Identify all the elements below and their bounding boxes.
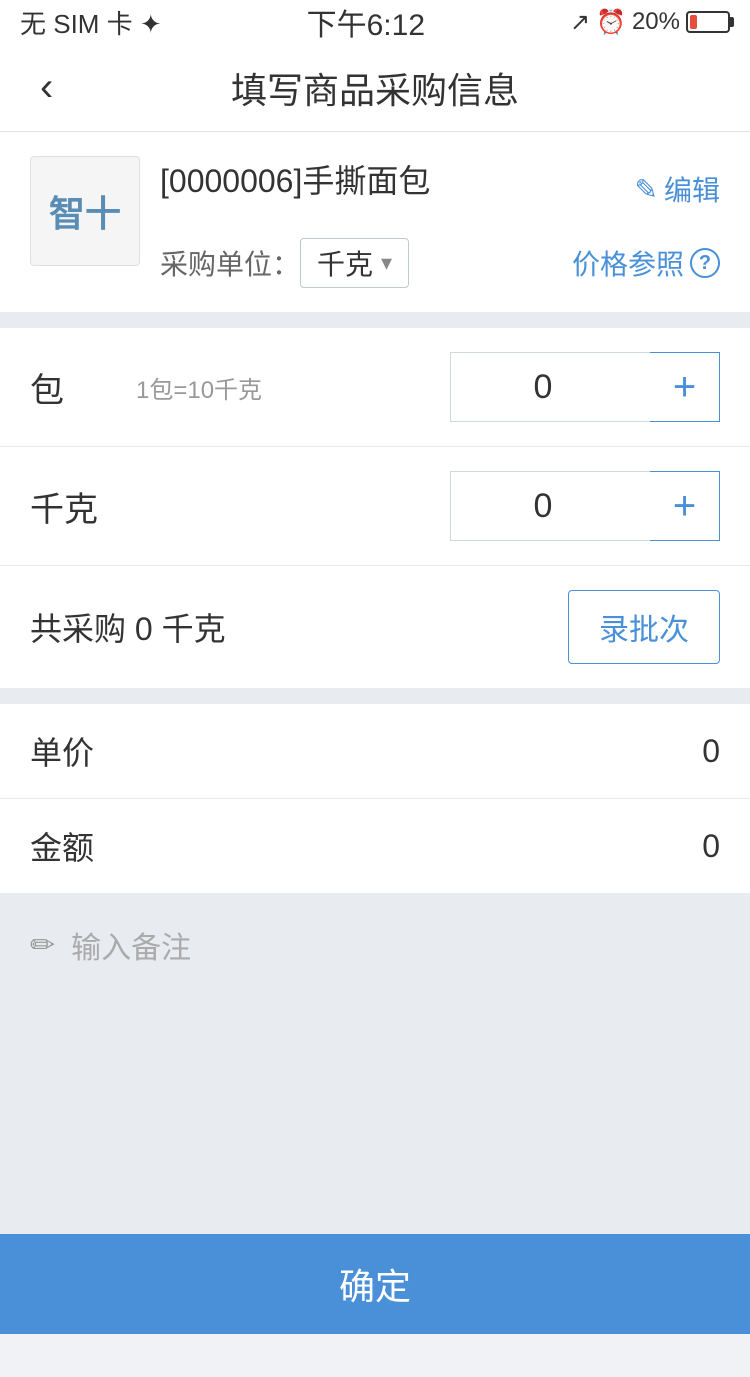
kg-plus-button[interactable]: +	[650, 471, 720, 541]
status-time: 下午6:12	[307, 0, 425, 44]
chevron-down-icon: ▾	[381, 250, 392, 276]
section-divider-2	[0, 688, 750, 704]
page-title: 填写商品采购信息	[231, 62, 519, 114]
battery-fill	[690, 15, 697, 29]
unit-value: 千克	[317, 243, 373, 283]
product-info: [0000006]手撕面包 ✎ 编辑 采购单位： 千克 ▾ 价格参照 ?	[160, 156, 720, 288]
edit-label: 编辑	[664, 169, 720, 209]
product-second-row: 采购单位： 千克 ▾ 价格参照 ?	[160, 238, 720, 288]
bag-plus-button[interactable]: +	[650, 352, 720, 422]
location-icon: ↗	[570, 8, 590, 37]
price-ref-button[interactable]: 价格参照 ?	[572, 243, 720, 283]
edit-button[interactable]: ✎ 编辑	[635, 169, 720, 209]
status-bar: 无 SIM 卡 ✦ 下午6:12 ↗ ⏰ 20%	[0, 0, 750, 44]
status-left: 无 SIM 卡 ✦	[20, 4, 162, 41]
status-right: ↗ ⏰ 20%	[570, 8, 730, 37]
kg-input[interactable]	[450, 471, 650, 541]
price-section: 单价 0 金额 0	[0, 704, 750, 893]
info-icon: ?	[690, 248, 720, 278]
bag-label: 包	[30, 363, 110, 412]
unit-price-value: 0	[702, 733, 720, 770]
edit-icon: ✎	[635, 173, 658, 206]
confirm-button[interactable]: 确定	[0, 1234, 750, 1334]
section-divider-1	[0, 312, 750, 328]
amount-value: 0	[702, 828, 720, 865]
product-logo: 智十	[49, 185, 121, 237]
kg-input-row: 千克 +	[0, 447, 750, 565]
battery-percent: 20%	[632, 8, 680, 36]
pencil-icon: ✏	[30, 928, 55, 963]
back-button[interactable]: ‹	[30, 55, 63, 120]
kg-label: 千克	[30, 482, 110, 531]
summary-row: 共采购 0 千克 录批次	[0, 565, 750, 688]
unit-selector[interactable]: 千克 ▾	[300, 238, 409, 288]
battery-icon	[686, 11, 730, 33]
record-batch-button[interactable]: 录批次	[568, 590, 720, 664]
no-sim-label: 无 SIM 卡 ✦	[20, 4, 162, 41]
unit-label: 采购单位：	[160, 243, 300, 283]
bag-input-wrap: +	[450, 352, 720, 422]
product-card: 智十 [0000006]手撕面包 ✎ 编辑 采购单位： 千克 ▾ 价格参照	[0, 132, 750, 312]
product-name: [0000006]手撕面包	[160, 156, 430, 202]
kg-input-wrap: +	[450, 471, 720, 541]
unit-price-row: 单价 0	[0, 704, 750, 799]
nav-bar: ‹ 填写商品采购信息	[0, 44, 750, 132]
bag-input[interactable]	[450, 352, 650, 422]
product-header-row: [0000006]手撕面包 ✎ 编辑	[160, 156, 720, 222]
alarm-icon: ⏰	[596, 8, 626, 37]
summary-text: 共采购 0 千克	[30, 604, 226, 650]
notes-placeholder: 输入备注	[71, 923, 191, 967]
product-image: 智十	[30, 156, 140, 266]
bag-sub-label: 1包=10千克	[136, 370, 262, 405]
amount-label: 金额	[30, 823, 94, 869]
unit-price-label: 单价	[30, 728, 94, 774]
input-section: 包 1包=10千克 + 千克 +	[0, 328, 750, 565]
amount-row: 金额 0	[0, 799, 750, 893]
price-ref-label: 价格参照	[572, 243, 684, 283]
bag-input-row: 包 1包=10千克 +	[0, 328, 750, 447]
notes-section[interactable]: ✏ 输入备注	[0, 893, 750, 997]
